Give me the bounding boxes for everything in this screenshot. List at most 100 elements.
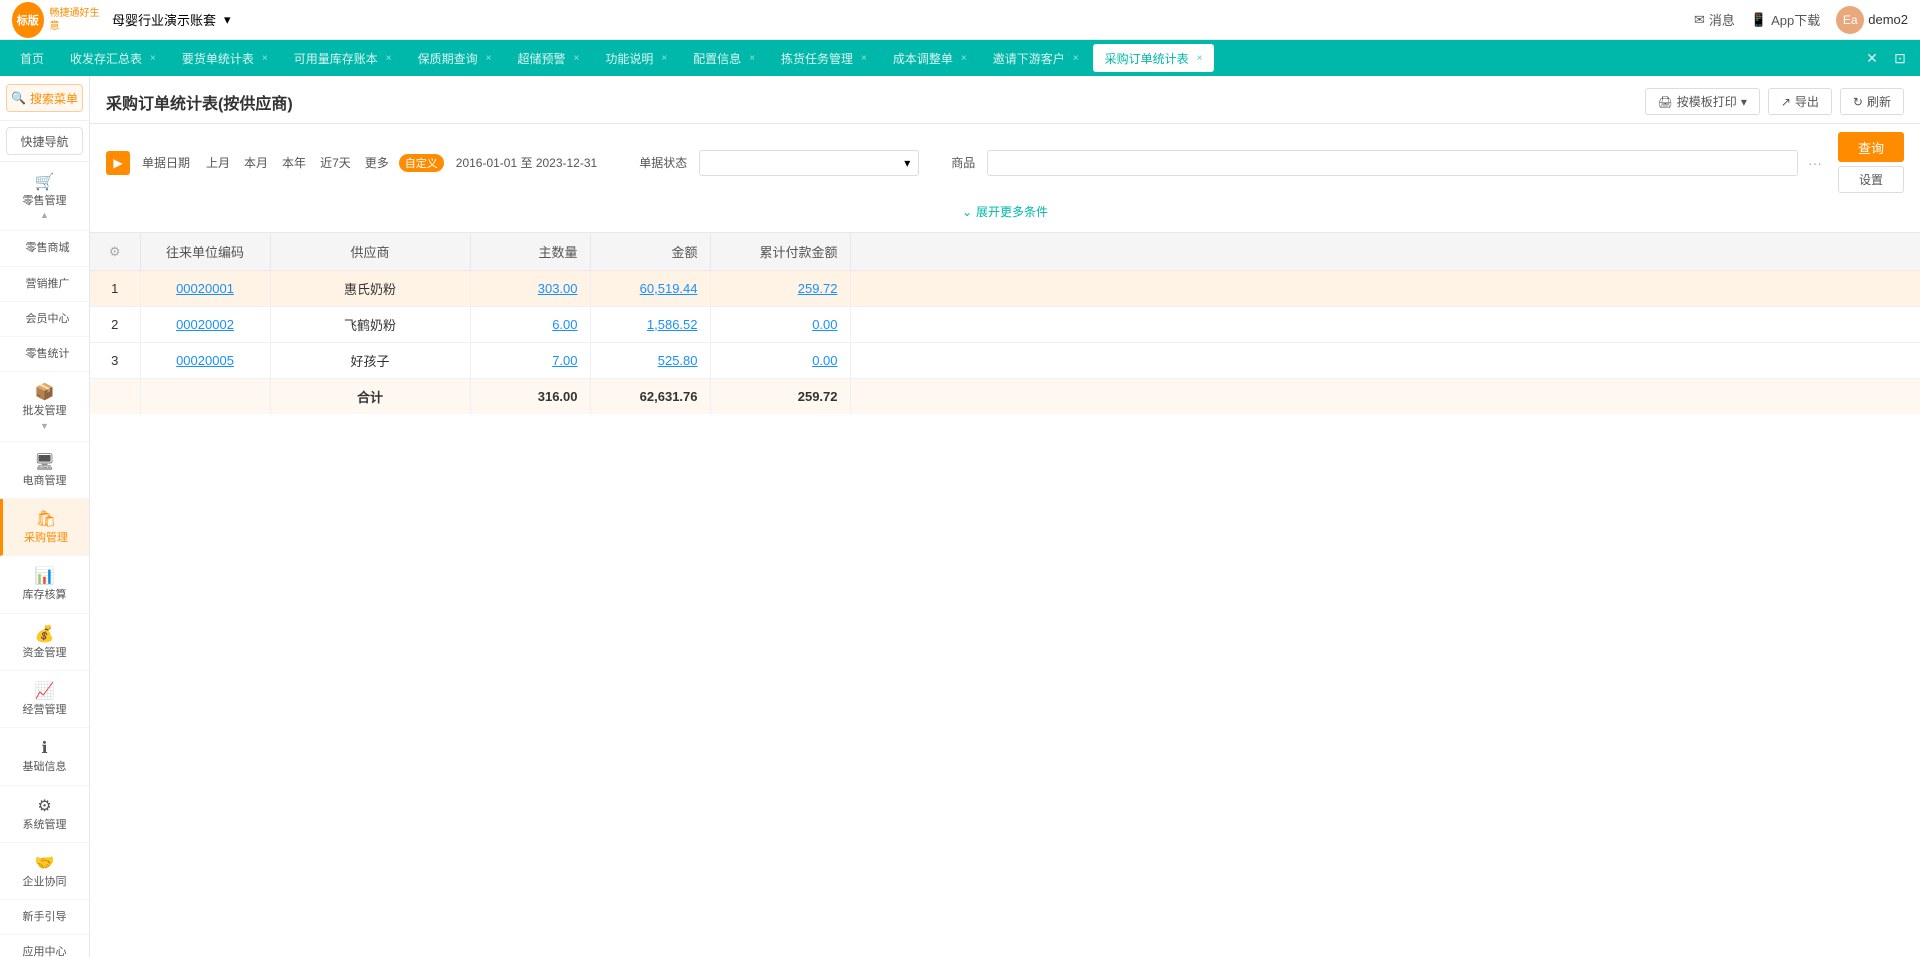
shortcut-more[interactable]: 更多	[361, 152, 393, 173]
top-right: ✉ 消息 📱 App下载 Ea demo2	[1694, 6, 1908, 34]
top-bar: 标版 畅捷通好生意 母婴行业演示账套 ▾ ✉ 消息 📱 App下载 Ea dem…	[0, 0, 1920, 40]
cell-seq: 1	[90, 271, 140, 307]
amount-link[interactable]: 1,586.52	[647, 317, 698, 332]
app-download-button[interactable]: 📱 App下载	[1751, 10, 1820, 29]
cell-seq: 2	[90, 307, 140, 343]
tab-expiry-query[interactable]: 保质期查询 ×	[406, 44, 504, 72]
tab-available-inventory[interactable]: 可用量库存账本 ×	[282, 44, 404, 72]
retail-icon: 🛒	[35, 172, 55, 192]
print-icon: 🖨	[1658, 95, 1673, 109]
sidebar-item-retail-mall[interactable]: 零售商城	[0, 231, 89, 266]
expand-more-button[interactable]: ⌄ 展开更多条件	[962, 203, 1048, 220]
sidebar-item-purchase-manage[interactable]: 🛍 采购管理	[0, 499, 89, 556]
user-name: demo2	[1868, 12, 1908, 27]
shortcut-7days[interactable]: 近7天	[316, 152, 355, 173]
filter-area: ▶ 单据日期 上月 本月 本年 近7天 更多 自定义 2016-01-01 至 …	[90, 124, 1920, 233]
search-menu-button[interactable]: 🔍 搜索菜单	[6, 84, 83, 112]
qty-link[interactable]: 7.00	[552, 353, 577, 368]
close-icon[interactable]: ×	[486, 53, 492, 64]
code-link[interactable]: 00020001	[176, 281, 234, 296]
logo-abbr: 标版	[17, 12, 39, 28]
query-button[interactable]: 查询	[1838, 132, 1904, 162]
quick-nav-button[interactable]: 快捷导航	[6, 127, 83, 155]
filter-toggle-button[interactable]: ▶	[106, 151, 130, 175]
sidebar-item-inventory-check[interactable]: 📊 库存核算	[0, 556, 89, 613]
sidebar-item-finance-manage[interactable]: 💰 资金管理	[0, 614, 89, 671]
message-button[interactable]: ✉ 消息	[1694, 10, 1735, 29]
close-icon[interactable]: ×	[150, 53, 156, 64]
goods-select[interactable]	[987, 150, 1798, 176]
code-link[interactable]: 00020002	[176, 317, 234, 332]
tab-home[interactable]: 首页	[8, 44, 56, 72]
user-area[interactable]: Ea demo2	[1836, 6, 1908, 34]
shortcut-this-month[interactable]: 本月	[240, 152, 272, 173]
tab-overstock-warning[interactable]: 超储预警 ×	[505, 44, 591, 72]
footer-amount: 62,631.76	[590, 379, 710, 415]
sidebar-item-basic-info[interactable]: ℹ 基础信息	[0, 728, 89, 785]
qty-link[interactable]: 303.00	[538, 281, 578, 296]
paid-link[interactable]: 0.00	[812, 317, 837, 332]
cell-code: 00020002	[140, 307, 270, 343]
sidebar-item-new-guide[interactable]: 新手引导	[0, 900, 89, 935]
tab-purchase-order-stats[interactable]: 采购订单统计表 ×	[1093, 44, 1215, 72]
app-icon: 📱	[1751, 12, 1767, 28]
maximize-button[interactable]: ⊡	[1888, 46, 1912, 70]
tab-receive-summary[interactable]: 收发存汇总表 ×	[58, 44, 168, 72]
close-icon[interactable]: ×	[661, 53, 667, 64]
sidebar-item-member-center[interactable]: 会员中心	[0, 302, 89, 337]
sidebar-item-sys-manage[interactable]: ⚙ 系统管理	[0, 786, 89, 843]
table-header-row: ⚙ 往来单位编码 供应商 主数量 金额	[90, 233, 1920, 271]
close-icon[interactable]: ×	[262, 53, 268, 64]
close-icon[interactable]: ×	[1073, 53, 1079, 64]
sidebar-item-ops-manage[interactable]: 📈 经营管理	[0, 671, 89, 728]
sys-icon: ⚙	[37, 796, 51, 816]
expand-more-row: ⌄ 展开更多条件	[106, 199, 1904, 224]
settings-button[interactable]: 设置	[1838, 166, 1904, 193]
tab-cost-adjust[interactable]: 成本调整单 ×	[881, 44, 979, 72]
page-header: 采购订单统计表(按供应商) 🖨 按模板打印 ▾ ↗ 导出 ↻ 刷新	[90, 76, 1920, 124]
sidebar-item-batch-manage[interactable]: 📦 批发管理 ▼	[0, 372, 89, 441]
close-icon[interactable]: ×	[386, 53, 392, 64]
amount-link[interactable]: 60,519.44	[640, 281, 698, 296]
cell-qty: 7.00	[470, 343, 590, 379]
tab-config-info[interactable]: 配置信息 ×	[681, 44, 767, 72]
tab-invite-downstream[interactable]: 邀请下游客户 ×	[981, 44, 1091, 72]
status-select[interactable]: ▾	[699, 150, 919, 176]
sidebar-item-enterprise-coop[interactable]: 🤝 企业协同	[0, 843, 89, 900]
cell-qty: 6.00	[470, 307, 590, 343]
close-icon[interactable]: ×	[861, 53, 867, 64]
breadcrumb-text: 母婴行业演示账套	[112, 10, 216, 29]
col-header-amount: 金额	[590, 233, 710, 271]
shortcut-last-month[interactable]: 上月	[202, 152, 234, 173]
export-button[interactable]: ↗ 导出	[1768, 88, 1832, 115]
avatar: Ea	[1836, 6, 1864, 34]
cell-paid: 259.72	[710, 271, 850, 307]
amount-link[interactable]: 525.80	[658, 353, 698, 368]
sidebar: 🔍 搜索菜单 快捷导航 🛒 零售管理 ▲ 零售商城 营销推广 会员中心 零售统计	[0, 76, 90, 957]
chevron-down-icon: ⌄	[962, 205, 972, 219]
sidebar-item-app-center[interactable]: 应用中心	[0, 935, 89, 957]
tab-pick-task[interactable]: 拣货任务管理 ×	[769, 44, 879, 72]
sidebar-item-marketing[interactable]: 营销推广	[0, 267, 89, 302]
refresh-button[interactable]: ↻ 刷新	[1840, 88, 1904, 115]
sidebar-item-retail-stats[interactable]: 零售统计	[0, 337, 89, 372]
close-icon[interactable]: ×	[573, 53, 579, 64]
close-icon[interactable]: ×	[961, 53, 967, 64]
more-options-button[interactable]: ···	[1804, 155, 1826, 171]
print-button[interactable]: 🖨 按模板打印 ▾	[1645, 88, 1760, 115]
qty-link[interactable]: 6.00	[552, 317, 577, 332]
custom-date-badge[interactable]: 自定义	[399, 154, 444, 172]
tab-function-desc[interactable]: 功能说明 ×	[593, 44, 679, 72]
paid-link[interactable]: 0.00	[812, 353, 837, 368]
code-link[interactable]: 00020005	[176, 353, 234, 368]
tab-requisition-stats[interactable]: 要货单统计表 ×	[170, 44, 280, 72]
col-header-settings[interactable]: ⚙	[90, 233, 140, 271]
shortcut-this-year[interactable]: 本年	[278, 152, 310, 173]
sidebar-item-retail-manage[interactable]: 🛒 零售管理 ▲	[0, 162, 89, 231]
close-icon[interactable]: ×	[749, 53, 755, 64]
column-settings-icon[interactable]: ⚙	[109, 244, 121, 259]
close-tab-button[interactable]: ✕	[1860, 46, 1884, 70]
paid-link[interactable]: 259.72	[798, 281, 838, 296]
close-icon[interactable]: ×	[1197, 53, 1203, 64]
sidebar-item-ecom-manage[interactable]: 🖥 电商管理	[0, 442, 89, 499]
